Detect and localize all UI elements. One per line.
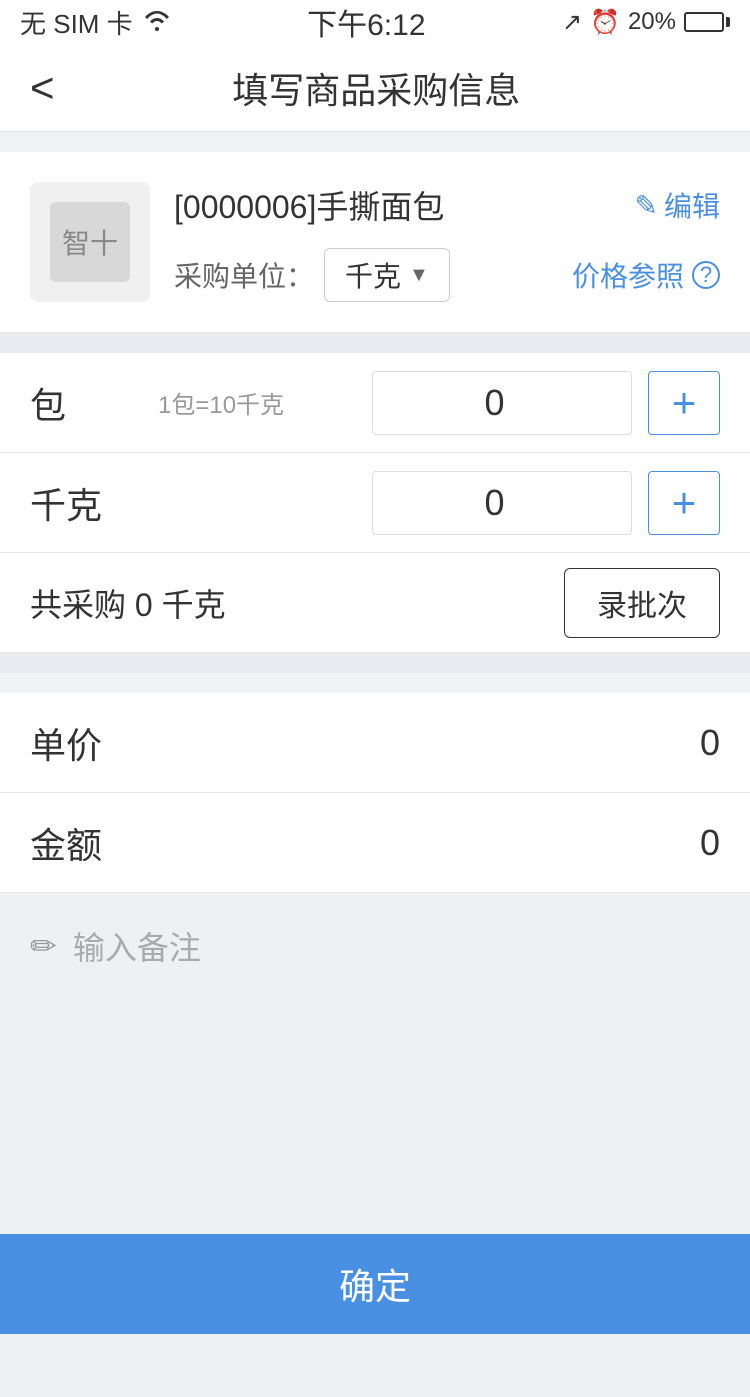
- batch-button[interactable]: 录批次: [564, 568, 720, 638]
- bag-label: 包: [30, 377, 150, 429]
- dropdown-icon: ▼: [409, 264, 429, 287]
- unit-selector[interactable]: 千克 ▼: [324, 248, 450, 302]
- kg-input-control: +: [150, 471, 720, 535]
- input-section: 包 1包=10千克 + 千克 +: [0, 353, 750, 553]
- bag-input-control: +: [284, 371, 720, 435]
- price-reference-button[interactable]: 价格参照 ?: [572, 255, 720, 295]
- status-right: ↗ ⏰ 20%: [562, 8, 730, 37]
- confirm-bar[interactable]: 确定: [0, 1234, 750, 1334]
- section-divider-1: [0, 333, 750, 353]
- main-content-area: [0, 997, 750, 1397]
- remark-section[interactable]: ✏ 输入备注: [0, 895, 750, 997]
- unit-prefix-label: 采购单位：: [174, 255, 314, 295]
- product-info: [0000006]手撕面包 ✎ 编辑 采购单位： 千克 ▼ 价格参照 ?: [174, 182, 720, 302]
- pencil-icon: ✏: [30, 927, 57, 965]
- location-icon: ↗: [562, 8, 582, 37]
- product-name: [0000006]手撕面包: [174, 182, 444, 228]
- bag-input-row: 包 1包=10千克 +: [0, 353, 750, 453]
- nav-bar: < 填写商品采购信息: [0, 44, 750, 132]
- product-card: 智十 [0000006]手撕面包 ✎ 编辑 采购单位： 千克 ▼ 价格参照 ?: [0, 152, 750, 333]
- remark-placeholder: 输入备注: [73, 923, 201, 969]
- product-logo: 智十: [50, 202, 130, 282]
- plus-icon-2: +: [672, 479, 697, 527]
- kg-plus-button[interactable]: +: [648, 471, 720, 535]
- plus-icon: +: [672, 379, 697, 427]
- bag-sub-label: 1包=10千克: [158, 385, 284, 420]
- total-label: 共采购 0 千克: [30, 580, 226, 626]
- unit-price-value: 0: [700, 722, 720, 764]
- sim-status: 无 SIM 卡: [20, 4, 133, 41]
- kg-input-row: 千克 +: [0, 453, 750, 553]
- amount-row: 金额 0: [0, 793, 750, 893]
- help-icon: ?: [692, 261, 720, 289]
- total-row: 共采购 0 千克 录批次: [0, 553, 750, 653]
- status-time: 下午6:12: [307, 0, 425, 44]
- edit-button[interactable]: ✎ 编辑: [635, 185, 720, 225]
- product-name-row: [0000006]手撕面包 ✎ 编辑: [174, 182, 720, 228]
- wifi-icon: [143, 7, 171, 38]
- battery-pct: 20%: [628, 8, 676, 36]
- unit-value: 千克: [345, 255, 401, 295]
- price-section: 单价 0 金额 0: [0, 693, 750, 893]
- back-button[interactable]: <: [30, 64, 75, 112]
- kg-quantity-input[interactable]: [372, 471, 632, 535]
- bag-quantity-input[interactable]: [372, 371, 632, 435]
- confirm-button-label: 确定: [339, 1258, 411, 1310]
- product-image: 智十: [30, 182, 150, 302]
- page-title: 填写商品采购信息: [75, 62, 678, 114]
- unit-row: 采购单位： 千克 ▼ 价格参照 ?: [174, 248, 720, 302]
- amount-value: 0: [700, 822, 720, 864]
- alarm-icon: ⏰: [590, 8, 620, 37]
- status-bar: 无 SIM 卡 下午6:12 ↗ ⏰ 20%: [0, 0, 750, 44]
- kg-label: 千克: [30, 477, 150, 529]
- battery-icon: [684, 12, 730, 32]
- unit-price-row: 单价 0: [0, 693, 750, 793]
- status-left: 无 SIM 卡: [20, 4, 171, 41]
- section-divider-2: [0, 653, 750, 673]
- edit-icon: ✎: [635, 189, 658, 222]
- unit-price-label: 单价: [30, 717, 102, 769]
- amount-label: 金额: [30, 817, 102, 869]
- bag-plus-button[interactable]: +: [648, 371, 720, 435]
